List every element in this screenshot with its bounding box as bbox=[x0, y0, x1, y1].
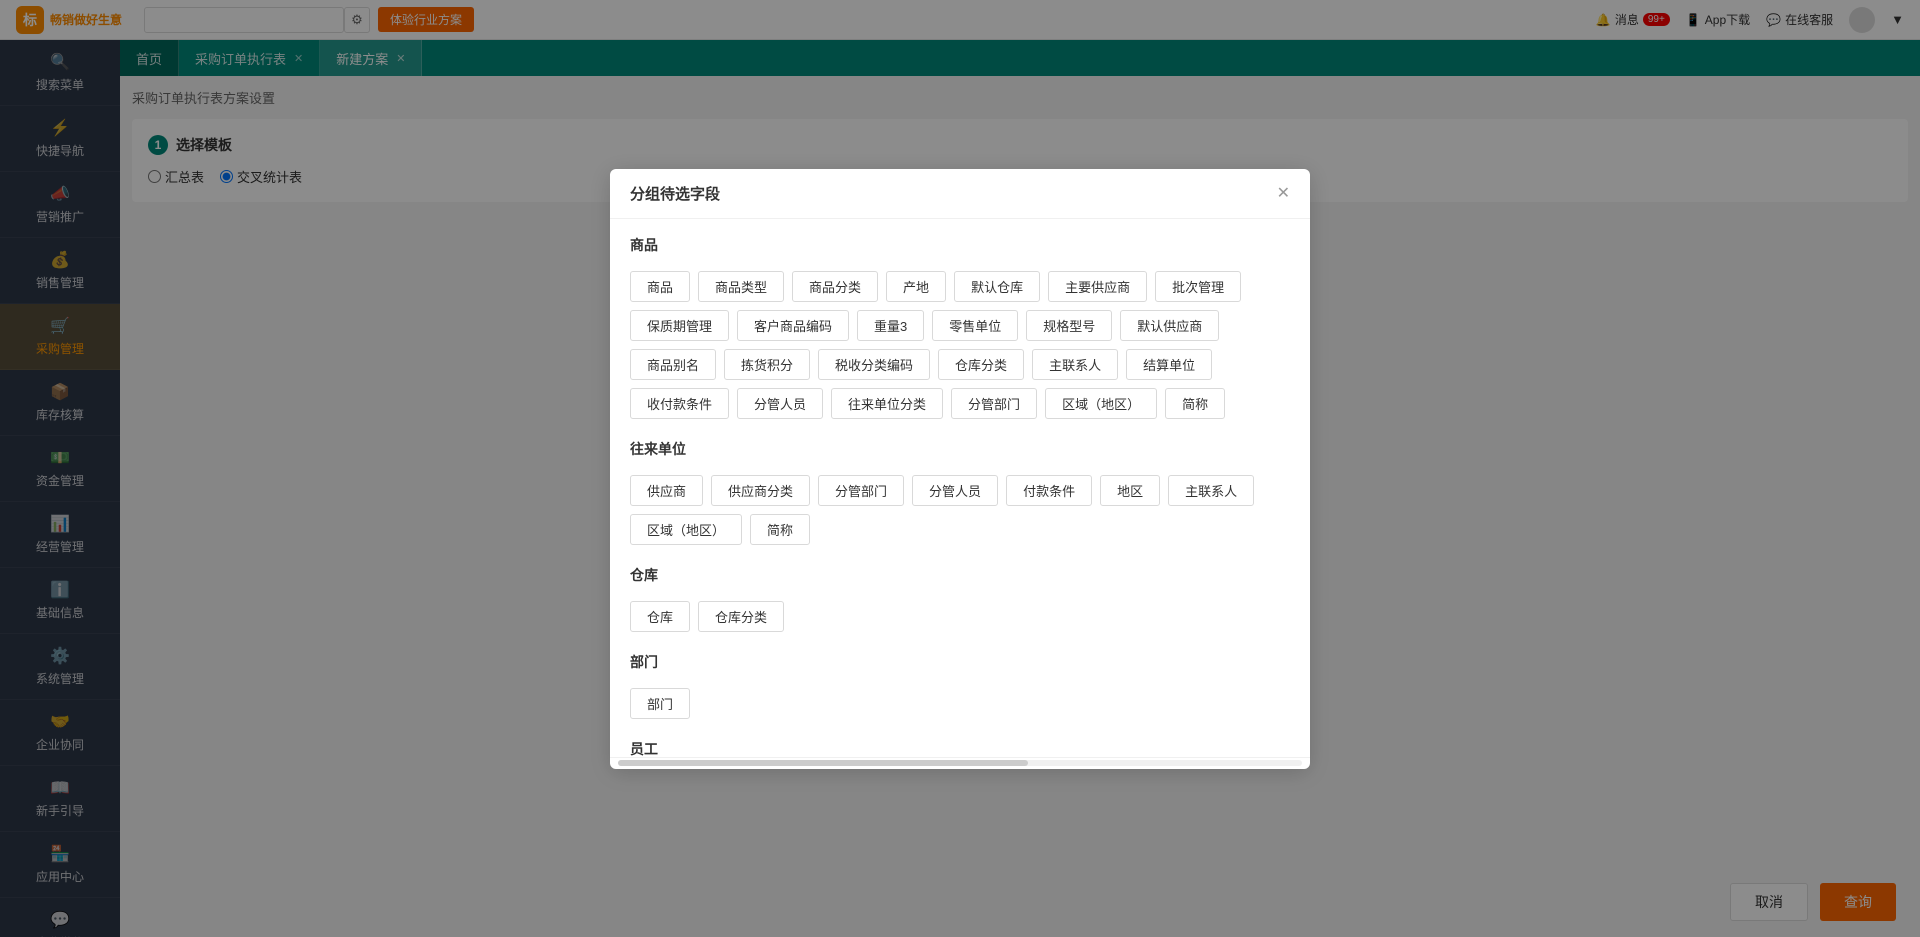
field-tag-1-4[interactable]: 付款条件 bbox=[1006, 475, 1092, 506]
field-section-2: 仓库仓库仓库分类 bbox=[630, 565, 1290, 632]
field-tag-0-14[interactable]: 拣货积分 bbox=[724, 349, 810, 380]
field-tag-0-9[interactable]: 重量3 bbox=[857, 310, 924, 341]
field-section-4: 员工业务员 bbox=[630, 739, 1290, 757]
field-tag-1-3[interactable]: 分管人员 bbox=[912, 475, 998, 506]
field-tag-0-24[interactable]: 简称 bbox=[1165, 388, 1225, 419]
scroll-track bbox=[618, 760, 1302, 766]
field-grid-0: 商品商品类型商品分类产地默认仓库主要供应商批次管理保质期管理客户商品编码重量3 零… bbox=[630, 271, 1290, 419]
field-select-modal: 分组待选字段 ✕ 商品商品商品类型商品分类产地默认仓库主要供应商批次管理保质期管… bbox=[610, 169, 1310, 769]
field-tag-0-21[interactable]: 往来单位分类 bbox=[831, 388, 943, 419]
field-tag-0-7[interactable]: 保质期管理 bbox=[630, 310, 729, 341]
modal-close-button[interactable]: ✕ bbox=[1277, 183, 1290, 203]
field-tag-0-16[interactable]: 仓库分类 bbox=[938, 349, 1024, 380]
field-tag-0-6[interactable]: 批次管理 bbox=[1155, 271, 1241, 302]
field-tag-1-0[interactable]: 供应商 bbox=[630, 475, 703, 506]
field-tag-0-11[interactable]: 规格型号 bbox=[1026, 310, 1112, 341]
field-tag-0-4[interactable]: 默认仓库 bbox=[954, 271, 1040, 302]
field-grid-3: 部门 bbox=[630, 688, 1290, 719]
field-tag-0-12[interactable]: 默认供应商 bbox=[1120, 310, 1219, 341]
field-grid-1: 供应商供应商分类分管部门分管人员付款条件地区主联系人区域（地区） 简称 bbox=[630, 475, 1290, 545]
section-title-3: 部门 bbox=[630, 652, 1290, 676]
field-tag-0-19[interactable]: 收付款条件 bbox=[630, 388, 729, 419]
section-title-2: 仓库 bbox=[630, 565, 1290, 589]
field-tag-1-5[interactable]: 地区 bbox=[1100, 475, 1160, 506]
scroll-thumb bbox=[618, 760, 1028, 766]
field-tag-1-7[interactable]: 区域（地区） bbox=[630, 514, 742, 545]
field-tag-0-2[interactable]: 商品分类 bbox=[792, 271, 878, 302]
field-section-1: 往来单位供应商供应商分类分管部门分管人员付款条件地区主联系人区域（地区） 简称 bbox=[630, 439, 1290, 545]
field-grid-2: 仓库仓库分类 bbox=[630, 601, 1290, 632]
field-section-0: 商品商品商品类型商品分类产地默认仓库主要供应商批次管理保质期管理客户商品编码重量… bbox=[630, 235, 1290, 419]
field-tag-0-5[interactable]: 主要供应商 bbox=[1048, 271, 1147, 302]
field-tag-1-8[interactable]: 简称 bbox=[750, 514, 810, 545]
field-tag-1-6[interactable]: 主联系人 bbox=[1168, 475, 1254, 506]
horizontal-scrollbar[interactable] bbox=[610, 757, 1310, 769]
section-title-0: 商品 bbox=[630, 235, 1290, 259]
field-tag-0-3[interactable]: 产地 bbox=[886, 271, 946, 302]
field-tag-0-10[interactable]: 零售单位 bbox=[932, 310, 1018, 341]
field-tag-0-15[interactable]: 税收分类编码 bbox=[818, 349, 930, 380]
field-tag-2-0[interactable]: 仓库 bbox=[630, 601, 690, 632]
field-tag-0-0[interactable]: 商品 bbox=[630, 271, 690, 302]
field-tag-0-20[interactable]: 分管人员 bbox=[737, 388, 823, 419]
field-tag-0-8[interactable]: 客户商品编码 bbox=[737, 310, 849, 341]
modal-body: 商品商品商品类型商品分类产地默认仓库主要供应商批次管理保质期管理客户商品编码重量… bbox=[610, 219, 1310, 757]
field-tag-0-22[interactable]: 分管部门 bbox=[951, 388, 1037, 419]
field-tag-1-2[interactable]: 分管部门 bbox=[818, 475, 904, 506]
field-tag-3-0[interactable]: 部门 bbox=[630, 688, 690, 719]
field-tag-2-1[interactable]: 仓库分类 bbox=[698, 601, 784, 632]
section-title-4: 员工 bbox=[630, 739, 1290, 757]
field-tag-0-23[interactable]: 区域（地区） bbox=[1045, 388, 1157, 419]
field-tag-0-18[interactable]: 结算单位 bbox=[1126, 349, 1212, 380]
field-section-3: 部门部门 bbox=[630, 652, 1290, 719]
field-tag-0-1[interactable]: 商品类型 bbox=[698, 271, 784, 302]
field-tag-0-13[interactable]: 商品别名 bbox=[630, 349, 716, 380]
modal-title: 分组待选字段 bbox=[630, 183, 720, 204]
field-tag-1-1[interactable]: 供应商分类 bbox=[711, 475, 810, 506]
modal-header: 分组待选字段 ✕ bbox=[610, 169, 1310, 219]
section-title-1: 往来单位 bbox=[630, 439, 1290, 463]
field-tag-0-17[interactable]: 主联系人 bbox=[1032, 349, 1118, 380]
